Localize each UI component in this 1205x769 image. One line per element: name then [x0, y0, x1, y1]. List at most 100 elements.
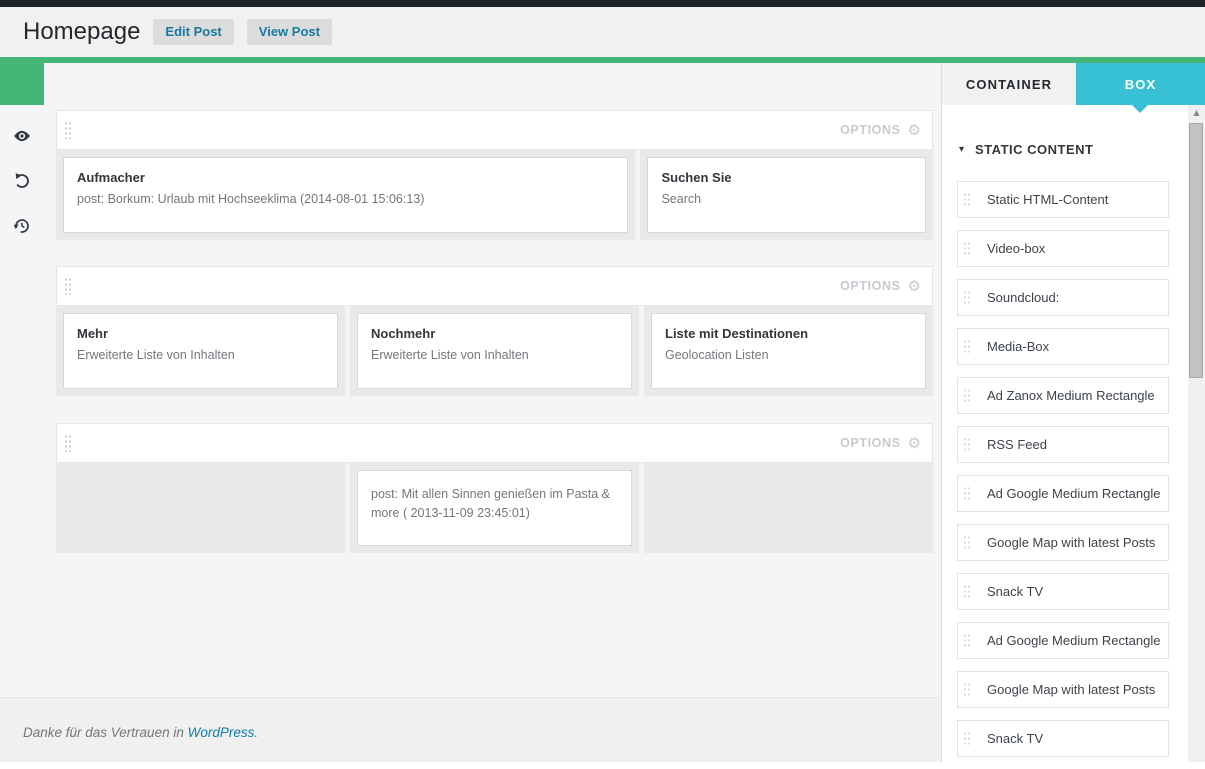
layout-column: post: Mit allen Sinnen genießen im Pasta… — [350, 463, 639, 553]
box-subtitle: Search — [661, 191, 702, 206]
widget-item-label: Static HTML-Content — [987, 192, 1109, 207]
drag-handle-icon[interactable] — [64, 277, 72, 295]
drag-handle-icon — [963, 289, 971, 306]
widget-item[interactable]: Ad Zanox Medium Rectangle — [957, 377, 1169, 414]
drag-handle-icon — [963, 730, 971, 747]
gear-icon: ⚙ — [907, 433, 921, 452]
container-row-1: OPTIONS ⚙ Aufmacher post: Borkum: Urlaub… — [56, 110, 933, 240]
widget-item[interactable]: Google Map with latest Posts — [957, 524, 1169, 561]
gear-icon: ⚙ — [907, 276, 921, 295]
layout-column: Liste mit Destinationen Geolocation List… — [644, 306, 933, 396]
box-subtitle: post: Mit allen Sinnen genießen im Pasta… — [371, 487, 611, 520]
view-post-button[interactable]: View Post — [246, 19, 332, 45]
drag-handle-icon — [963, 583, 971, 600]
drag-handle-icon — [963, 338, 971, 355]
layout-column: Nochmehr Erweiterte Liste von Inhalten — [350, 306, 639, 396]
widget-item[interactable]: Static HTML-Content — [957, 181, 1169, 218]
drag-handle-icon — [963, 191, 971, 208]
sidebar-tabs: CONTAINER BOX — [942, 63, 1205, 105]
widget-item-label: Snack TV — [987, 584, 1044, 599]
options-button[interactable]: OPTIONS ⚙ — [840, 122, 932, 138]
options-button[interactable]: OPTIONS ⚙ — [840, 433, 932, 452]
footer-text-suffix: . — [254, 725, 259, 740]
widget-item[interactable]: Snack TV — [957, 573, 1169, 610]
footer-text-prefix: Danke für das Vertrauen in — [23, 725, 188, 740]
container-header: OPTIONS ⚙ — [56, 266, 933, 306]
tab-container[interactable]: CONTAINER — [942, 63, 1076, 105]
options-label: OPTIONS — [840, 123, 901, 137]
content-box-aufmacher[interactable]: Aufmacher post: Borkum: Urlaub mit Hochs… — [63, 157, 629, 233]
widget-item-label: Google Map with latest Posts — [987, 682, 1156, 697]
drag-handle-icon[interactable] — [64, 434, 72, 452]
admin-top-bar — [0, 0, 1205, 7]
section-title: STATIC CONTENT — [975, 142, 1094, 157]
accent-square — [0, 57, 44, 105]
chevron-down-icon: ▾ — [959, 144, 965, 155]
widget-item-label: Video-box — [987, 241, 1046, 256]
tab-box[interactable]: BOX — [1076, 63, 1205, 105]
widget-sidebar: CONTAINER BOX ▾ STATIC CONTENT Static HT… — [941, 63, 1205, 762]
layout-column: Aufmacher post: Borkum: Urlaub mit Hochs… — [56, 150, 636, 240]
drag-handle-icon[interactable] — [64, 121, 72, 139]
scrollbar-thumb[interactable] — [1189, 123, 1203, 378]
widget-item[interactable]: Google Map with latest Posts — [957, 671, 1169, 708]
active-tab-pointer — [1132, 105, 1148, 113]
options-label: OPTIONS — [840, 436, 901, 450]
content-box-post[interactable]: post: Mit allen Sinnen genießen im Pasta… — [357, 470, 632, 546]
eye-icon[interactable] — [13, 127, 31, 145]
widget-item[interactable]: Media-Box — [957, 328, 1169, 365]
container-body: post: Mit allen Sinnen genießen im Pasta… — [56, 463, 933, 553]
box-title: Mehr — [77, 326, 109, 341]
wordpress-link[interactable]: WordPress — [188, 725, 255, 740]
drag-handle-icon — [963, 387, 971, 404]
section-static-content[interactable]: ▾ STATIC CONTENT — [959, 142, 1093, 157]
drag-handle-icon — [963, 436, 971, 453]
box-title: Suchen Sie — [661, 170, 732, 185]
drag-handle-icon — [963, 681, 971, 698]
content-box-nochmehr[interactable]: Nochmehr Erweiterte Liste von Inhalten — [357, 313, 632, 389]
widget-item-label: Media-Box — [987, 339, 1050, 354]
page-title: Homepage — [23, 18, 141, 45]
widget-item-label: Ad Zanox Medium Rectangle — [987, 388, 1155, 403]
footer-thanks-text: Danke für das Vertrauen in WordPress. — [23, 725, 258, 740]
container-row-3: OPTIONS ⚙ post: Mit allen Sinnen genieße… — [56, 423, 933, 553]
drag-handle-icon — [963, 632, 971, 649]
options-label: OPTIONS — [840, 279, 901, 293]
widget-item-label: Ad Google Medium Rectangle — [987, 633, 1161, 648]
widget-item-label: Soundcloud: — [987, 290, 1060, 305]
box-subtitle: Erweiterte Liste von Inhalten — [77, 347, 235, 362]
widget-item[interactable]: Snack TV — [957, 720, 1169, 757]
empty-column — [644, 463, 933, 553]
scroll-up-icon[interactable]: ▲ — [1188, 108, 1205, 117]
container-header: OPTIONS ⚙ — [56, 110, 933, 150]
widget-box-list: Static HTML-Content Video-box Soundcloud… — [957, 181, 1169, 769]
widget-item[interactable]: Soundcloud: — [957, 279, 1169, 316]
widget-item-label: Snack TV — [987, 731, 1044, 746]
drag-handle-icon — [963, 240, 971, 257]
box-title: Nochmehr — [371, 326, 436, 341]
widget-item[interactable]: Ad Google Medium Rectangle — [957, 622, 1169, 659]
content-box-destinationen[interactable]: Liste mit Destinationen Geolocation List… — [651, 313, 926, 389]
undo-icon[interactable] — [13, 172, 31, 190]
box-title: Liste mit Destinationen — [665, 326, 809, 341]
drag-handle-icon — [963, 485, 971, 502]
container-body: Aufmacher post: Borkum: Urlaub mit Hochs… — [56, 150, 933, 240]
widget-item[interactable]: RSS Feed — [957, 426, 1169, 463]
box-subtitle: Erweiterte Liste von Inhalten — [371, 347, 529, 362]
widget-item-label: Ad Google Medium Rectangle — [987, 486, 1161, 501]
widget-item-label: Google Map with latest Posts — [987, 535, 1156, 550]
content-box-mehr[interactable]: Mehr Erweiterte Liste von Inhalten — [63, 313, 338, 389]
edit-post-button[interactable]: Edit Post — [153, 19, 234, 45]
widget-item[interactable]: Video-box — [957, 230, 1169, 267]
layout-column: Mehr Erweiterte Liste von Inhalten — [56, 306, 345, 396]
empty-column — [56, 463, 345, 553]
admin-footer: Danke für das Vertrauen in WordPress. — [0, 697, 941, 762]
box-subtitle: post: Borkum: Urlaub mit Hochseeklima (2… — [77, 191, 425, 206]
sidebar-scrollbar[interactable]: ▲ — [1188, 105, 1205, 762]
box-subtitle: Geolocation Listen — [665, 347, 769, 362]
widget-item[interactable]: Ad Google Medium Rectangle — [957, 475, 1169, 512]
history-icon[interactable] — [13, 217, 31, 235]
container-header: OPTIONS ⚙ — [56, 423, 933, 463]
content-box-search[interactable]: Suchen Sie Search — [647, 157, 926, 233]
options-button[interactable]: OPTIONS ⚙ — [840, 276, 932, 295]
